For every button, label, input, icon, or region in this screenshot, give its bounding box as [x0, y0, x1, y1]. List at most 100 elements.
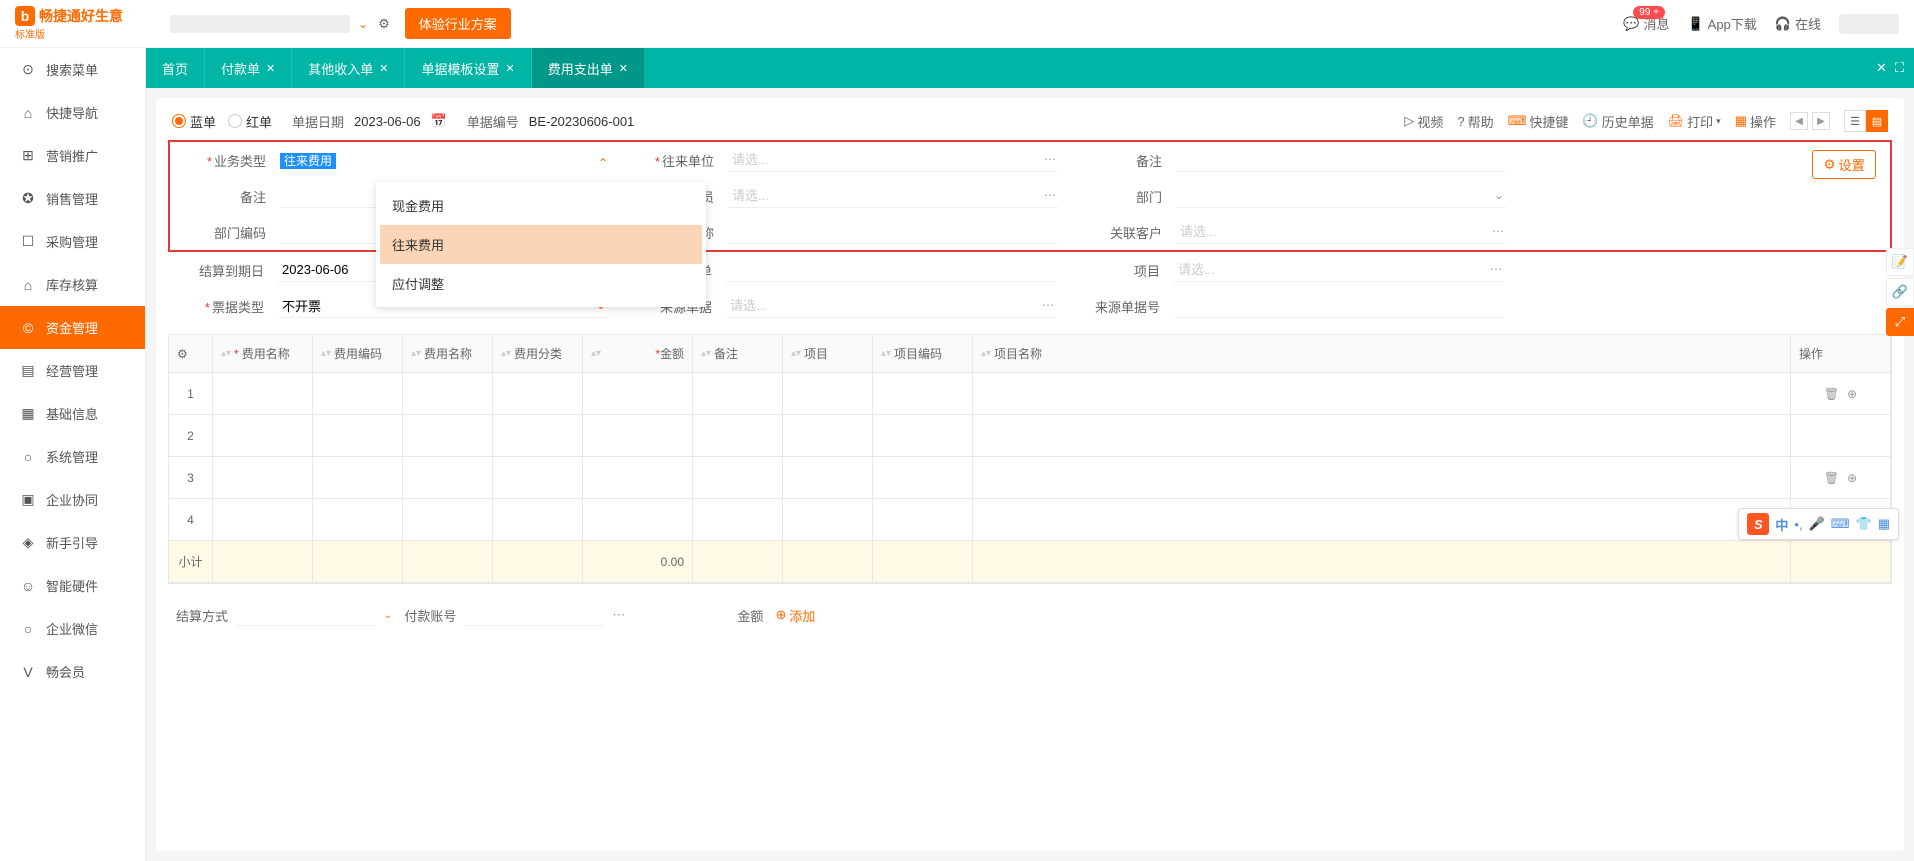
sidebar-item-system[interactable]: ○系统管理 — [0, 435, 145, 478]
view-list-button[interactable]: ☰ — [1844, 110, 1866, 132]
experience-button[interactable]: 体验行业方案 — [405, 8, 511, 39]
dept-select[interactable]: ⌄ — [1176, 184, 1506, 208]
col-remark[interactable]: ▴▾备注 — [693, 335, 783, 372]
col-fee-name[interactable]: ▴▾*费用名称 — [213, 335, 313, 372]
payment-account-input[interactable] — [464, 604, 604, 626]
add-payment-button[interactable]: ⊕ 添加 — [775, 606, 815, 625]
unit-select[interactable]: ⋯ — [728, 148, 1058, 172]
tab-template[interactable]: 单据模板设置✕ — [405, 48, 531, 88]
tab-close-all-icon[interactable]: ✕ — [1876, 60, 1887, 76]
dropdown-option-contact[interactable]: 往来费用 — [380, 225, 702, 264]
chevron-down-icon[interactable]: ⌄ — [1494, 188, 1504, 202]
sidebar-item-search[interactable]: ⊙搜索菜单 — [0, 48, 145, 91]
operator-select[interactable]: ⋯ — [728, 184, 1058, 208]
float-note-button[interactable]: 📝 — [1886, 248, 1914, 276]
org-selector[interactable]: ⌄ — [170, 15, 368, 33]
gear-icon[interactable]: ⚙ — [378, 16, 390, 32]
table-row[interactable]: 3🗑⊕ — [169, 457, 1891, 499]
sidebar-item-quicknav[interactable]: ⌂快捷导航 — [0, 91, 145, 134]
sidebar-item-finance[interactable]: ©资金管理 — [0, 306, 145, 349]
ime-cn-indicator[interactable]: 中 — [1775, 515, 1788, 534]
project-select[interactable]: ⋯ — [1174, 258, 1504, 282]
shortcuts-button[interactable]: ⌨快捷键 — [1508, 112, 1569, 131]
dropdown-option-adjust[interactable]: 应付调整 — [380, 264, 702, 303]
more-icon[interactable]: ⋯ — [1044, 188, 1056, 202]
calendar-icon[interactable]: 📅 — [431, 113, 447, 129]
source-doc-select[interactable]: ⋯ — [726, 294, 1056, 318]
table-row[interactable]: 4🗑⊕ — [169, 499, 1891, 541]
related-customer-select[interactable]: ⋯ — [1176, 220, 1506, 244]
tab-fullscreen-icon[interactable]: ⛶ — [1895, 60, 1904, 76]
ime-punct-icon[interactable]: •, — [1794, 517, 1802, 532]
float-link-button[interactable]: 🔗 — [1886, 278, 1914, 306]
delete-icon[interactable]: 🗑 — [1824, 471, 1839, 485]
add-icon[interactable]: ⊕ — [1847, 471, 1857, 485]
close-icon[interactable]: ✕ — [619, 62, 628, 75]
remark-input[interactable] — [1176, 148, 1506, 172]
date-value[interactable]: 2023-06-06 — [354, 114, 421, 129]
ime-grid-icon[interactable]: ▦ — [1878, 516, 1890, 532]
payment-amount-field[interactable]: 金额 — [737, 606, 763, 625]
sidebar-item-wecom[interactable]: ○企业微信 — [0, 607, 145, 650]
col-amount[interactable]: ▴▾*金额 — [583, 335, 693, 372]
sidebar-item-collab[interactable]: ▣企业协同 — [0, 478, 145, 521]
table-row[interactable]: 2 — [169, 415, 1891, 457]
more-icon[interactable]: ⋯ — [612, 607, 625, 623]
radio-red[interactable]: 红单 — [228, 112, 272, 131]
sidebar-item-inventory[interactable]: ⌂库存核算 — [0, 263, 145, 306]
more-icon[interactable]: ⋯ — [1490, 262, 1502, 276]
source-doc-no-input[interactable] — [1174, 294, 1504, 318]
print-button[interactable]: 🖨打印▾ — [1668, 112, 1721, 131]
dropdown-option-cash[interactable]: 现金费用 — [380, 186, 702, 225]
tab-home[interactable]: 首页 — [146, 48, 205, 88]
col-project-name[interactable]: ▴▾项目名称 — [973, 335, 1791, 372]
col-project[interactable]: ▴▾项目 — [783, 335, 873, 372]
more-icon[interactable]: ⋯ — [1044, 152, 1056, 166]
float-expand-button[interactable]: ⤢ — [1886, 308, 1914, 336]
add-icon[interactable]: ⊕ — [1847, 387, 1857, 401]
payment-method-input[interactable] — [236, 604, 376, 626]
app-download-link[interactable]: 📱 App下载 — [1687, 14, 1756, 33]
online-service-link[interactable]: 🎧 在线 — [1775, 14, 1821, 33]
sidebar-item-guide[interactable]: ◈新手引导 — [0, 521, 145, 564]
table-row[interactable]: 1🗑⊕ — [169, 373, 1891, 415]
close-icon[interactable]: ✕ — [506, 62, 515, 75]
history-button[interactable]: 🕘历史单据 — [1582, 112, 1653, 131]
tab-other-income[interactable]: 其他收入单✕ — [292, 48, 405, 88]
col-settings[interactable]: ⚙ — [169, 335, 213, 372]
sidebar-item-basedata[interactable]: ▦基础信息 — [0, 392, 145, 435]
sidebar-item-hardware[interactable]: ☺智能硬件 — [0, 564, 145, 607]
user-avatar[interactable] — [1839, 14, 1899, 34]
more-icon[interactable]: ⋯ — [1492, 224, 1504, 238]
ime-toolbar[interactable]: S 中 •, 🎤 ⌨ 👕 ▦ — [1738, 508, 1899, 540]
messages-link[interactable]: 💬 99 + 消息 — [1623, 14, 1669, 33]
next-doc-button[interactable]: ▶ — [1812, 112, 1830, 130]
tab-payment[interactable]: 付款单✕ — [205, 48, 292, 88]
chevron-down-icon[interactable]: ⌄ — [384, 610, 392, 621]
sidebar-item-operation[interactable]: ▤经营管理 — [0, 349, 145, 392]
delete-icon[interactable]: 🗑 — [1824, 387, 1839, 401]
payment-method-field[interactable]: 结算方式 ⌄ — [176, 604, 392, 626]
operations-button[interactable]: ▦操作 — [1735, 112, 1776, 131]
ime-skin-icon[interactable]: 👕 — [1856, 516, 1872, 532]
sidebar-item-sales[interactable]: ✪销售管理 — [0, 177, 145, 220]
col-fee-code[interactable]: ▴▾费用编码 — [313, 335, 403, 372]
close-icon[interactable]: ✕ — [379, 62, 388, 75]
sidebar-item-purchase[interactable]: ☐采购管理 — [0, 220, 145, 263]
col-fee-category[interactable]: ▴▾费用分类 — [493, 335, 583, 372]
col-fee-name2[interactable]: ▴▾费用名称 — [403, 335, 493, 372]
view-card-button[interactable]: ▤ — [1866, 110, 1888, 132]
tab-expense[interactable]: 费用支出单✕ — [532, 48, 645, 88]
prev-doc-button[interactable]: ◀ — [1790, 112, 1808, 130]
help-button[interactable]: ?帮助 — [1457, 112, 1493, 131]
sidebar-item-member[interactable]: V畅会员 — [0, 650, 145, 693]
col-project-code[interactable]: ▴▾项目编码 — [873, 335, 973, 372]
ime-mic-icon[interactable]: 🎤 — [1809, 516, 1825, 532]
dept-name-input[interactable] — [728, 220, 1058, 244]
payment-account-field[interactable]: 付款账号 ⋯ — [404, 604, 625, 626]
sidebar-item-marketing[interactable]: ⊞营销推广 — [0, 134, 145, 177]
form-settings-button[interactable]: ⚙设置 — [1812, 150, 1876, 179]
sales-order-input[interactable] — [726, 258, 1056, 282]
close-icon[interactable]: ✕ — [266, 62, 275, 75]
video-button[interactable]: ▷视频 — [1404, 112, 1443, 131]
